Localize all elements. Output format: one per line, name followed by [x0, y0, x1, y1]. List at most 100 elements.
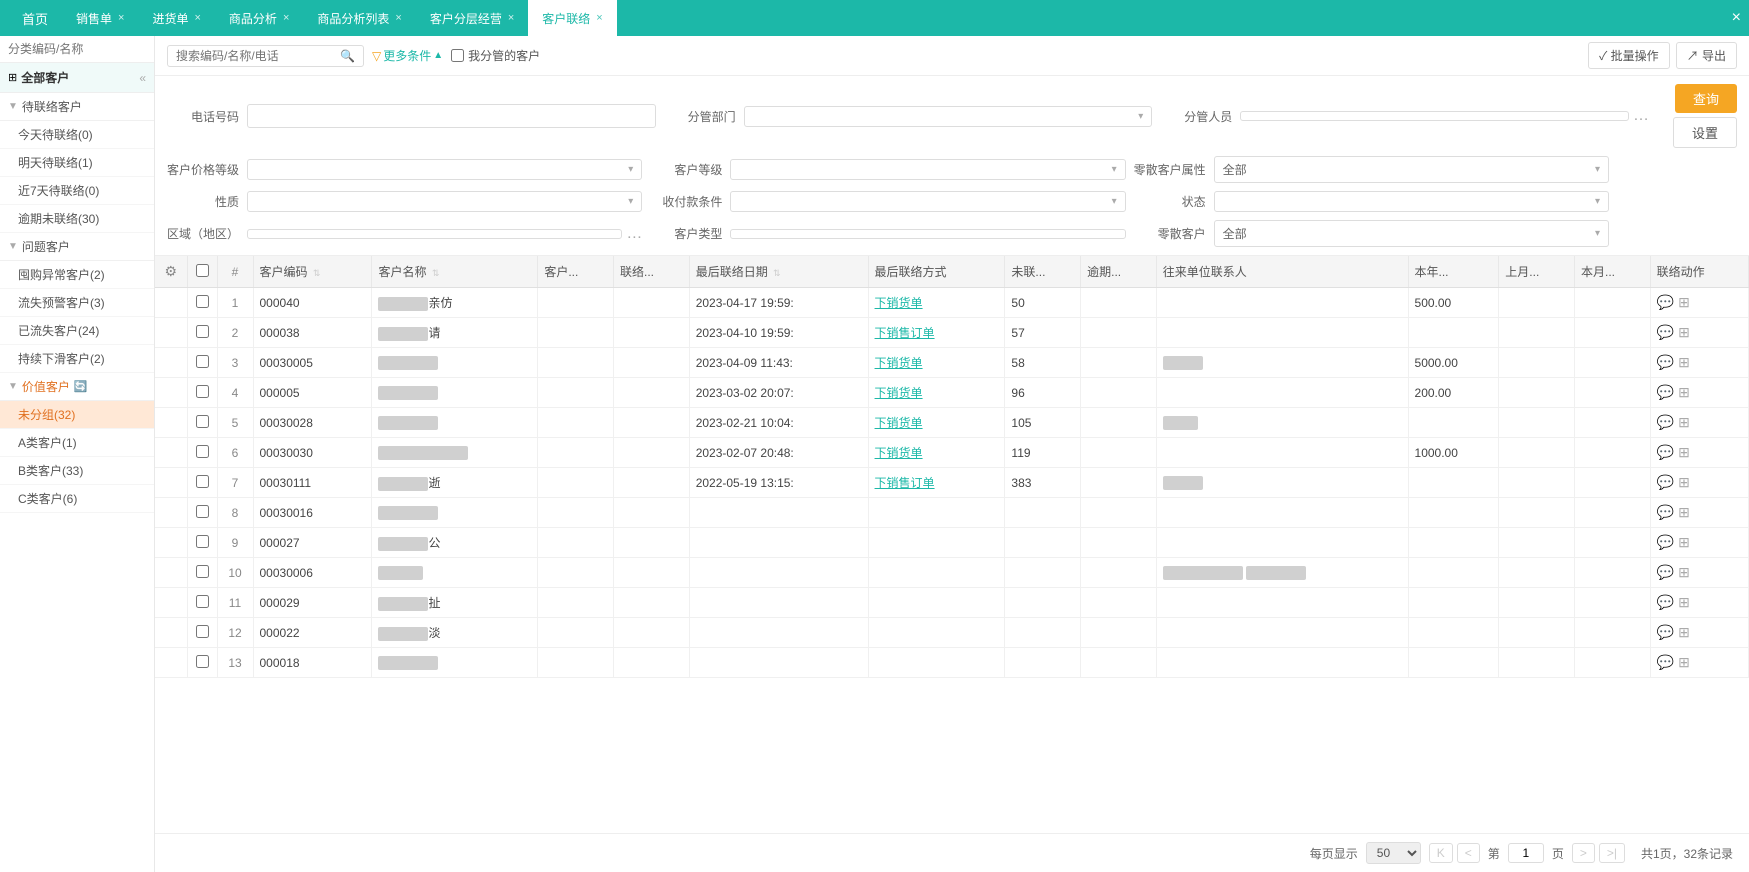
- th-overdue[interactable]: 逾期...: [1081, 256, 1157, 288]
- th-this-year[interactable]: 本年...: [1408, 256, 1499, 288]
- sidebar-search-box[interactable]: 🔍: [0, 36, 154, 63]
- th-settings[interactable]: ⚙: [155, 256, 187, 288]
- dots-icon[interactable]: …: [626, 225, 642, 243]
- sidebar-item-declining[interactable]: 持续下滑客户(2): [0, 345, 154, 373]
- sidebar-item-churn-warning[interactable]: 流失预警客户(3): [0, 289, 154, 317]
- sidebar-item-class-a[interactable]: A类客户(1): [0, 429, 154, 457]
- last-page-button[interactable]: >|: [1599, 843, 1625, 863]
- sidebar-item-class-c[interactable]: C类客户(6): [0, 485, 154, 513]
- row-checkbox[interactable]: [196, 445, 209, 458]
- th-last-month[interactable]: 上月...: [1499, 256, 1575, 288]
- td-last-contact-way[interactable]: 下销货单: [868, 408, 1005, 438]
- row-checkbox[interactable]: [196, 475, 209, 488]
- my-customers-check[interactable]: 我分管的客户: [451, 47, 540, 64]
- td-check[interactable]: [187, 588, 217, 618]
- prev-page-button[interactable]: <: [1457, 843, 1480, 863]
- grid-action-icon[interactable]: ⊞: [1678, 444, 1690, 461]
- sidebar-group-pending[interactable]: ▼ 待联络客户: [0, 93, 154, 121]
- collapse-icon[interactable]: «: [139, 71, 146, 85]
- td-check[interactable]: [187, 528, 217, 558]
- grid-action-icon[interactable]: ⊞: [1678, 474, 1690, 491]
- select-all-checkbox[interactable]: [196, 264, 209, 277]
- th-type[interactable]: 客户...: [538, 256, 614, 288]
- row-checkbox[interactable]: [196, 535, 209, 548]
- nav-tab-analysis[interactable]: 商品分析 ×: [215, 0, 303, 36]
- nav-tab-purchase[interactable]: 进货单 ×: [138, 0, 214, 36]
- price-level-select[interactable]: ▾: [247, 159, 642, 180]
- sidebar-item-churned[interactable]: 已流失客户(24): [0, 317, 154, 345]
- reset-button[interactable]: 设置: [1673, 117, 1737, 148]
- chat-icon[interactable]: 💬: [1657, 504, 1674, 521]
- all-customers-header[interactable]: ⊞ 全部客户 «: [0, 63, 154, 93]
- chat-icon[interactable]: 💬: [1657, 294, 1674, 311]
- grid-action-icon[interactable]: ⊞: [1678, 504, 1690, 521]
- grid-action-icon[interactable]: ⊞: [1678, 534, 1690, 551]
- page-size-select[interactable]: 50 100 200: [1366, 842, 1421, 864]
- row-checkbox[interactable]: [196, 595, 209, 608]
- td-check[interactable]: [187, 408, 217, 438]
- row-checkbox[interactable]: [196, 385, 209, 398]
- search-input[interactable]: [176, 49, 336, 63]
- td-check[interactable]: [187, 288, 217, 318]
- td-check[interactable]: [187, 438, 217, 468]
- grid-action-icon[interactable]: ⊞: [1678, 624, 1690, 641]
- customer-level-select[interactable]: ▾: [730, 159, 1125, 180]
- grid-action-icon[interactable]: ⊞: [1678, 324, 1690, 341]
- retail-customer-select[interactable]: 全部 ▾: [1214, 220, 1609, 247]
- sidebar-item-today-pending[interactable]: 今天待联络(0): [0, 121, 154, 149]
- batch-op-button[interactable]: ✓ 批量操作: [1588, 42, 1670, 69]
- chat-icon[interactable]: 💬: [1657, 444, 1674, 461]
- td-last-contact-way[interactable]: 下销货单: [868, 378, 1005, 408]
- td-last-contact-way[interactable]: 下销货单: [868, 438, 1005, 468]
- first-page-button[interactable]: K: [1429, 843, 1453, 863]
- th-name[interactable]: 客户名称 ⇅: [372, 256, 538, 288]
- grid-action-icon[interactable]: ⊞: [1678, 414, 1690, 431]
- row-checkbox[interactable]: [196, 505, 209, 518]
- td-check[interactable]: [187, 558, 217, 588]
- td-last-contact-way[interactable]: 下销售订单: [868, 468, 1005, 498]
- chat-icon[interactable]: 💬: [1657, 564, 1674, 581]
- row-checkbox[interactable]: [196, 625, 209, 638]
- nav-tab-analysis-list[interactable]: 商品分析列表 ×: [303, 0, 415, 36]
- sidebar-group-value[interactable]: ▼ 价值客户 🔄: [0, 373, 154, 401]
- window-close-icon[interactable]: ×: [1732, 9, 1741, 27]
- chat-icon[interactable]: 💬: [1657, 594, 1674, 611]
- chat-icon[interactable]: 💬: [1657, 324, 1674, 341]
- grid-action-icon[interactable]: ⊞: [1678, 654, 1690, 671]
- sidebar-search-input[interactable]: [8, 42, 155, 56]
- td-check[interactable]: [187, 498, 217, 528]
- row-checkbox[interactable]: [196, 355, 209, 368]
- sidebar-item-class-b[interactable]: B类客户(33): [0, 457, 154, 485]
- td-last-contact-way[interactable]: 下销货单: [868, 288, 1005, 318]
- th-last-contact-way[interactable]: 最后联络方式: [868, 256, 1005, 288]
- grid-action-icon[interactable]: ⊞: [1678, 294, 1690, 311]
- customer-type-input[interactable]: [730, 229, 1125, 239]
- next-page-button[interactable]: >: [1572, 843, 1595, 863]
- nav-home-tab[interactable]: 首页: [8, 9, 62, 28]
- sidebar-group-problem[interactable]: ▼ 问题客户: [0, 233, 154, 261]
- nav-tab-customer-segment[interactable]: 客户分层经营 ×: [416, 0, 528, 36]
- close-icon[interactable]: ×: [283, 12, 289, 24]
- search-icon[interactable]: 🔍: [340, 49, 355, 63]
- td-check[interactable]: [187, 318, 217, 348]
- page-number-input[interactable]: [1508, 843, 1544, 863]
- th-no-contact[interactable]: 未联...: [1005, 256, 1081, 288]
- th-contact[interactable]: 联络...: [614, 256, 690, 288]
- th-last-contact-date[interactable]: 最后联络日期 ⇅: [689, 256, 868, 288]
- grid-action-icon[interactable]: ⊞: [1678, 564, 1690, 581]
- row-checkbox[interactable]: [196, 325, 209, 338]
- sidebar-item-overdue-pending[interactable]: 逾期未联络(30): [0, 205, 154, 233]
- person-input[interactable]: [1240, 111, 1629, 121]
- th-company-contact[interactable]: 往来单位联系人: [1156, 256, 1408, 288]
- more-conditions-btn[interactable]: ▽ 更多条件 ▲: [372, 47, 443, 64]
- chat-icon[interactable]: 💬: [1657, 474, 1674, 491]
- chat-icon[interactable]: 💬: [1657, 384, 1674, 401]
- region-input[interactable]: [247, 229, 622, 239]
- phone-input[interactable]: [247, 104, 656, 128]
- sidebar-item-ungroup[interactable]: 未分组(32): [0, 401, 154, 429]
- chat-icon[interactable]: 💬: [1657, 654, 1674, 671]
- my-customers-checkbox[interactable]: [451, 49, 464, 62]
- nav-tab-customer-contact[interactable]: 客户联络 ×: [528, 0, 616, 36]
- chat-icon[interactable]: 💬: [1657, 624, 1674, 641]
- td-check[interactable]: [187, 618, 217, 648]
